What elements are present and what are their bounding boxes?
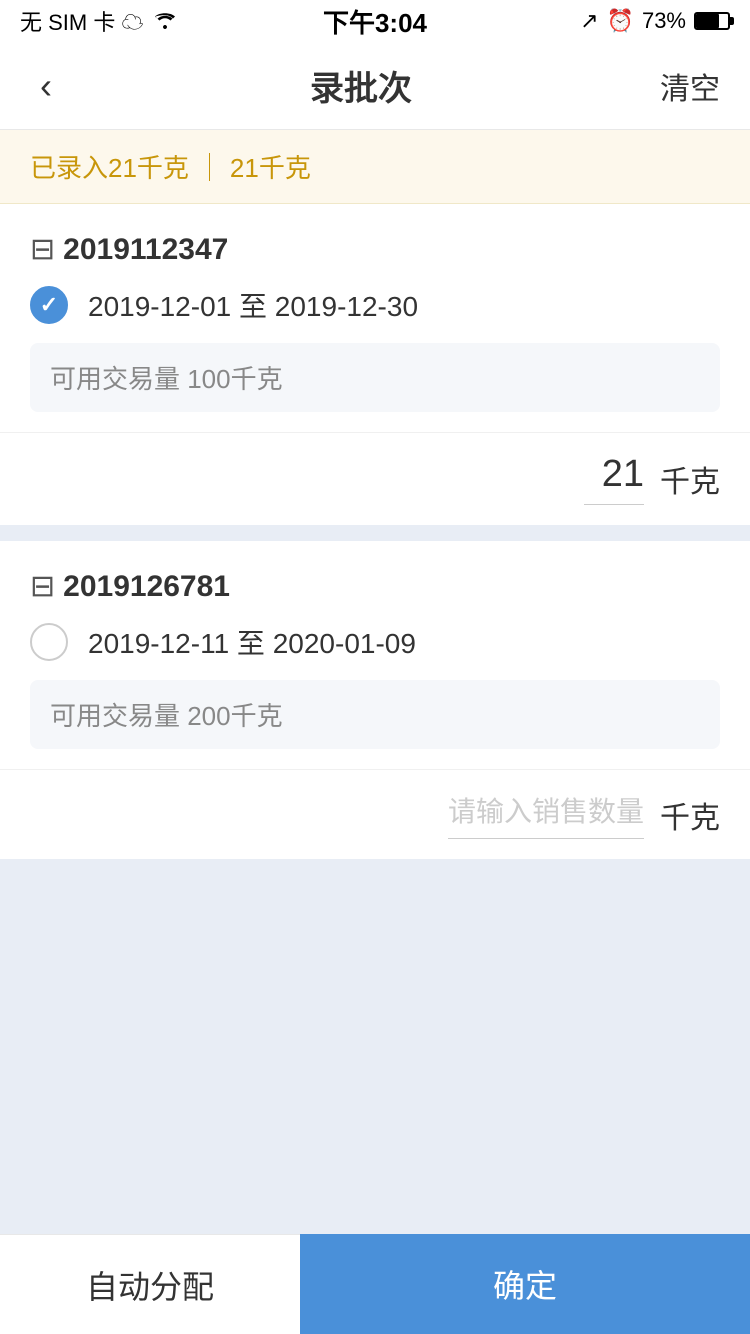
summary-divider (209, 153, 210, 181)
summary-bar: 已录入21千克 21千克 (0, 130, 750, 204)
sim-text: 无 SIM 卡 ☁ (20, 5, 143, 37)
doc-icon-1: ⊟ (30, 232, 55, 267)
summary-value: 21千克 (230, 148, 311, 185)
batch-1-unit: 千克 (660, 457, 720, 501)
batch-2-available: 可用交易量 200千克 (30, 680, 720, 749)
location-icon: ↗ (580, 8, 598, 34)
batch-1-quantity-row: 21 千克 (0, 432, 750, 525)
batch-1-radio[interactable] (30, 286, 68, 324)
batch-2-date: 2019-12-11 至 2020-01-09 (88, 622, 416, 662)
battery-percent: 73% (642, 8, 686, 34)
alarm-icon: ⏰ (607, 8, 634, 34)
auto-distribute-button[interactable]: 自动分配 (0, 1234, 300, 1334)
clear-button[interactable]: 清空 (660, 64, 720, 108)
batch-1-available: 可用交易量 100千克 (30, 343, 720, 412)
nav-bar: ‹ 录批次 清空 (0, 42, 750, 130)
batch-1-number: 2019112347 (63, 233, 228, 267)
section-divider (0, 525, 750, 541)
batch-1-quantity-underline: 21 (584, 453, 644, 505)
status-bar: 无 SIM 卡 ☁ 下午3:04 ↗ ⏰ 73% (0, 0, 750, 42)
batch-1-date-row: 2019-12-01 至 2019-12-30 (0, 277, 750, 335)
summary-label: 已录入21千克 (30, 148, 189, 185)
batch-2-input-underline: 请输入销售数量 (448, 790, 644, 839)
batch-1-quantity-value[interactable]: 21 (584, 453, 644, 496)
batch-2-input-row: 请输入销售数量 千克 (0, 769, 750, 859)
status-right: ↗ ⏰ 73% (580, 8, 730, 34)
back-button[interactable]: ‹ (30, 55, 62, 117)
batch-2-unit: 千克 (660, 793, 720, 837)
batch-card-2: ⊟ 2019126781 2019-12-11 至 2020-01-09 可用交… (0, 541, 750, 859)
batch-2-date-row: 2019-12-11 至 2020-01-09 (0, 614, 750, 672)
batch-1-header: ⊟ 2019112347 (0, 204, 750, 277)
content-area: ⊟ 2019112347 2019-12-01 至 2019-12-30 可用交… (0, 204, 750, 1308)
status-left: 无 SIM 卡 ☁ (20, 5, 179, 37)
batch-card-1: ⊟ 2019112347 2019-12-01 至 2019-12-30 可用交… (0, 204, 750, 525)
batch-2-header: ⊟ 2019126781 (0, 541, 750, 614)
battery-icon (694, 12, 730, 30)
batch-2-input-placeholder[interactable]: 请输入销售数量 (448, 790, 644, 830)
page-title: 录批次 (310, 61, 412, 110)
confirm-button[interactable]: 确定 (300, 1234, 750, 1334)
wifi-icon (151, 7, 179, 35)
doc-icon-2: ⊟ (30, 569, 55, 604)
status-time: 下午3:04 (323, 3, 427, 40)
batch-2-number: 2019126781 (63, 570, 230, 604)
batch-2-radio[interactable] (30, 623, 68, 661)
bottom-bar: 自动分配 确定 (0, 1234, 750, 1334)
batch-1-date: 2019-12-01 至 2019-12-30 (88, 285, 418, 325)
